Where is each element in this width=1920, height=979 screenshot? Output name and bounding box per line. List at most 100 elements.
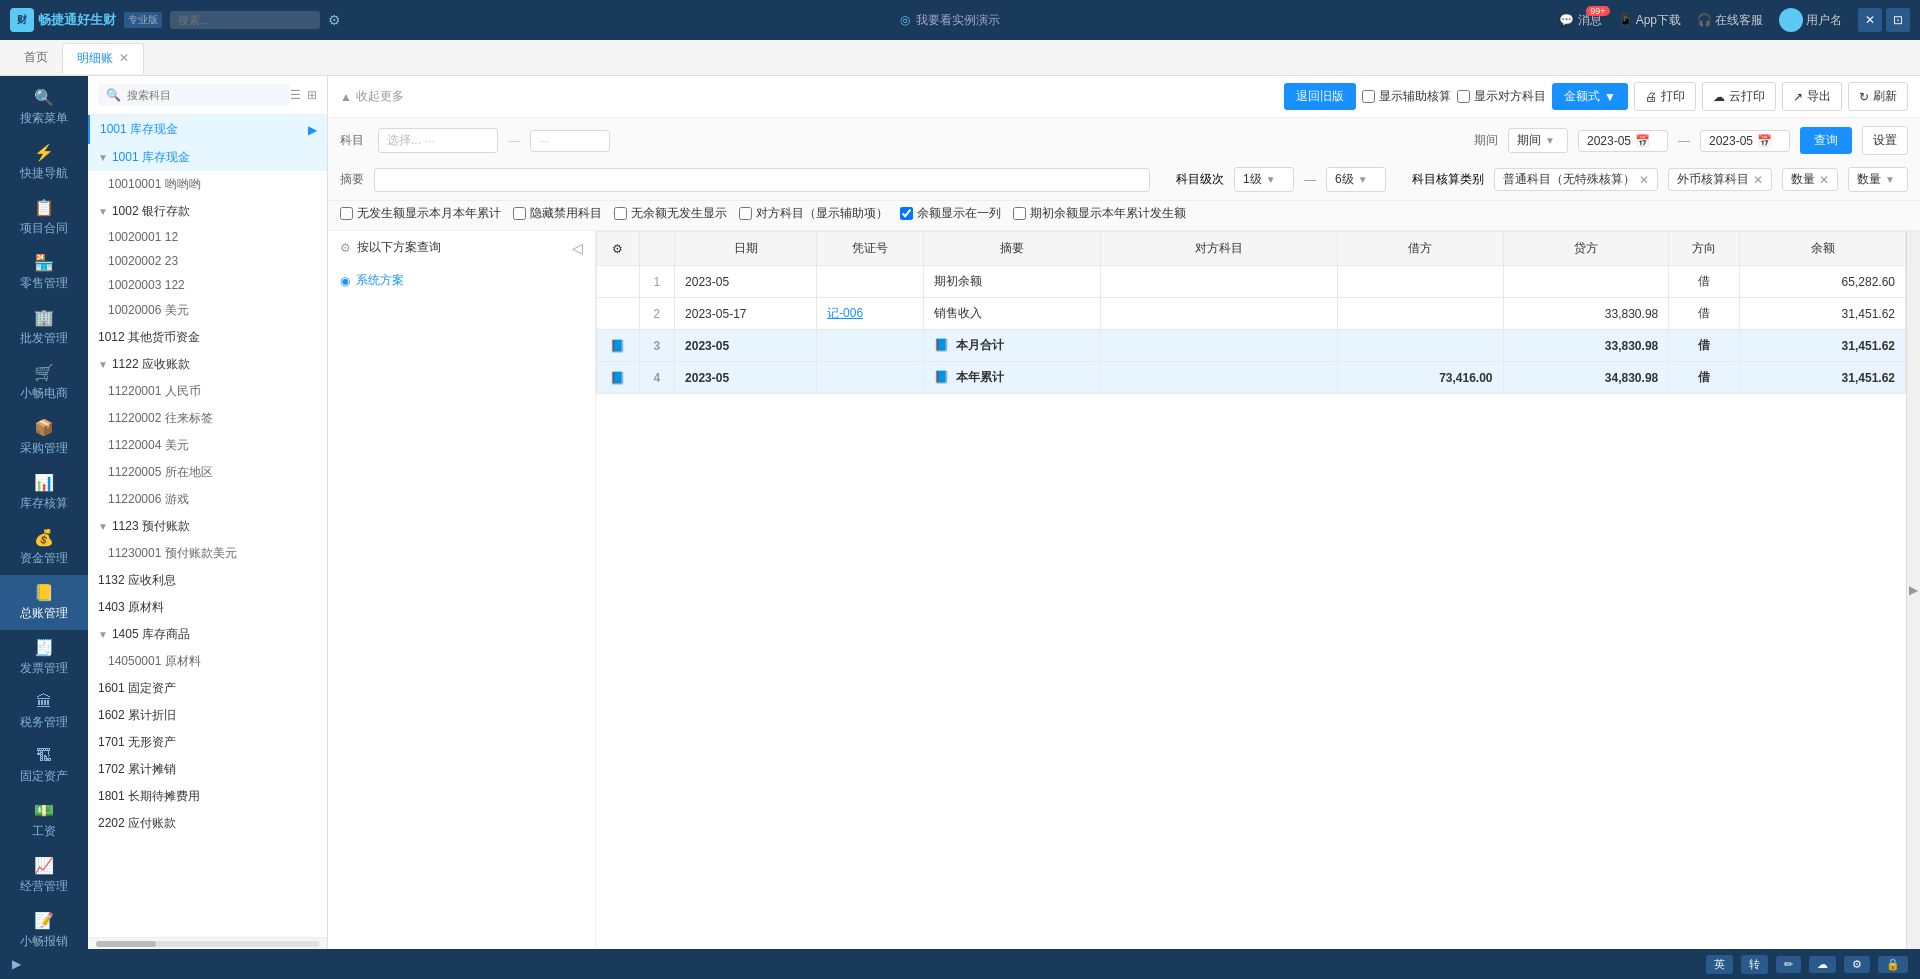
tag-normal[interactable]: 普通科目（无特殊核算） ✕ bbox=[1494, 168, 1658, 191]
tree-item-1002[interactable]: ▼ 1002 银行存款 bbox=[88, 198, 327, 225]
cb-balance-col[interactable]: 余额显示在一列 bbox=[900, 205, 1001, 222]
tree-item-1702[interactable]: 1702 累计摊销 bbox=[88, 756, 327, 783]
status-en-button[interactable]: 英 bbox=[1706, 955, 1733, 974]
tree-item-1403[interactable]: 1403 原材料 bbox=[88, 594, 327, 621]
tree-item-14050001[interactable]: 14050001 原材料 bbox=[88, 648, 327, 675]
tree-item-10020006[interactable]: 10020006 美元 bbox=[88, 297, 327, 324]
tree-next-icon[interactable]: ▶ bbox=[308, 123, 317, 137]
sidebar-item-salary[interactable]: 💵 工资 bbox=[0, 793, 88, 848]
cb-balance-col-input[interactable] bbox=[900, 207, 913, 220]
tree-item-1701[interactable]: 1701 无形资产 bbox=[88, 729, 327, 756]
show-counterpart-input[interactable] bbox=[1457, 90, 1470, 103]
tree-list-icon[interactable]: ☰ bbox=[290, 88, 301, 102]
show-auxiliary-checkbox[interactable]: 显示辅助核算 bbox=[1362, 88, 1451, 105]
settings-button[interactable]: 设置 bbox=[1862, 126, 1908, 155]
level-start-select[interactable]: 1级 ▼ bbox=[1234, 167, 1294, 192]
tree-item-10020003[interactable]: 10020003 122 bbox=[88, 273, 327, 297]
show-auxiliary-input[interactable] bbox=[1362, 90, 1375, 103]
sidebar-item-purchase[interactable]: 📦 采购管理 bbox=[0, 410, 88, 465]
query-button[interactable]: 查询 bbox=[1800, 127, 1852, 154]
sidebar-item-report[interactable]: 📝 小畅报销 bbox=[0, 903, 88, 949]
tab-home[interactable]: 首页 bbox=[10, 43, 62, 72]
tag-foreign-remove[interactable]: ✕ bbox=[1753, 173, 1763, 187]
th-settings-icon[interactable]: ⚙ bbox=[612, 242, 623, 256]
tree-item-1122[interactable]: ▼ 1122 应收账款 bbox=[88, 351, 327, 378]
maximize-window-button[interactable]: ⊡ bbox=[1886, 8, 1910, 32]
tree-item-11220006[interactable]: 11220006 游戏 bbox=[88, 486, 327, 513]
category-more-select[interactable]: 数量 ▼ bbox=[1848, 167, 1908, 192]
cb-no-occurrence[interactable]: 无发生额显示本月本年累计 bbox=[340, 205, 501, 222]
period-end-date[interactable]: 2023-05 📅 bbox=[1700, 130, 1790, 152]
right-collapse-panel[interactable]: ▶ bbox=[1906, 231, 1920, 949]
tree-item-1801[interactable]: 1801 长期待摊费用 bbox=[88, 783, 327, 810]
tree-item-10020002[interactable]: 10020002 23 bbox=[88, 249, 327, 273]
demo-link[interactable]: ◎ 我要看实例演示 bbox=[900, 12, 1000, 29]
cloud-print-button[interactable]: ☁ 云打印 bbox=[1702, 82, 1776, 111]
show-counterpart-checkbox[interactable]: 显示对方科目 bbox=[1457, 88, 1546, 105]
period-start-date[interactable]: 2023-05 📅 bbox=[1578, 130, 1668, 152]
sidebar-item-project[interactable]: 📋 项目合同 bbox=[0, 190, 88, 245]
tree-item-1601[interactable]: 1601 固定资产 bbox=[88, 675, 327, 702]
tree-item-1132[interactable]: 1132 应收利息 bbox=[88, 567, 327, 594]
close-window-button[interactable]: ✕ bbox=[1858, 8, 1882, 32]
app-download-button[interactable]: 📱 App下载 bbox=[1618, 12, 1681, 29]
tree-item-1405[interactable]: ▼ 1405 库存商品 bbox=[88, 621, 327, 648]
tree-item-10020001[interactable]: 10020001 12 bbox=[88, 225, 327, 249]
sidebar-item-search[interactable]: 🔍 搜索菜单 bbox=[0, 80, 88, 135]
tree-item-11220005[interactable]: 11220005 所在地区 bbox=[88, 459, 327, 486]
sidebar-item-ecommerce[interactable]: 🛒 小畅电商 bbox=[0, 355, 88, 410]
cb-opening-balance-input[interactable] bbox=[1013, 207, 1026, 220]
sidebar-item-inventory[interactable]: 📊 库存核算 bbox=[0, 465, 88, 520]
tag-normal-remove[interactable]: ✕ bbox=[1639, 173, 1649, 187]
sidebar-item-quick[interactable]: ⚡ 快捷导航 bbox=[0, 135, 88, 190]
status-lock-button[interactable]: 🔒 bbox=[1878, 956, 1908, 973]
gold-mode-button[interactable]: 金额式 ▼ bbox=[1552, 83, 1628, 110]
sidebar-item-wholesale[interactable]: 🏢 批发管理 bbox=[0, 300, 88, 355]
status-settings-button[interactable]: ⚙ bbox=[1844, 956, 1870, 973]
tree-item-1012[interactable]: 1012 其他货币资金 bbox=[88, 324, 327, 351]
print-button[interactable]: 🖨 打印 bbox=[1634, 82, 1696, 111]
cb-opening-balance[interactable]: 期初余额显示本年累计发生额 bbox=[1013, 205, 1186, 222]
tree-item-10010001[interactable]: 10010001 哟哟哟 bbox=[88, 171, 327, 198]
tree-item-11220002[interactable]: 11220002 往来标签 bbox=[88, 405, 327, 432]
top-search-input[interactable] bbox=[170, 11, 320, 29]
settings-icon[interactable]: ⚙ bbox=[328, 12, 341, 28]
user-area[interactable]: 用户名 bbox=[1779, 8, 1842, 32]
cb-no-occurrence-input[interactable] bbox=[340, 207, 353, 220]
period-type-select[interactable]: 期间 ▼ bbox=[1508, 128, 1568, 153]
sidebar-item-capital[interactable]: 💰 资金管理 bbox=[0, 520, 88, 575]
go-back-old-button[interactable]: 退回旧版 bbox=[1284, 83, 1356, 110]
summary-input[interactable] bbox=[374, 168, 1150, 192]
cb-no-balance[interactable]: 无余额无发生显示 bbox=[614, 205, 727, 222]
status-cn-button[interactable]: 转 bbox=[1741, 955, 1768, 974]
collapse-more-button[interactable]: ▲ 收起更多 bbox=[340, 88, 404, 105]
tree-item-1123[interactable]: ▼ 1123 预付账款 bbox=[88, 513, 327, 540]
tree-search-input[interactable] bbox=[127, 89, 282, 101]
cb-hide-banned[interactable]: 隐藏禁用科目 bbox=[513, 205, 602, 222]
cb-counterpart-input[interactable] bbox=[739, 207, 752, 220]
tab-detail[interactable]: 明细账 ✕ bbox=[62, 43, 144, 74]
cb-hide-banned-input[interactable] bbox=[513, 207, 526, 220]
subject-end-select[interactable]: ··· bbox=[530, 130, 610, 152]
tree-item-1001[interactable]: ▼ 1001 库存现金 bbox=[88, 144, 327, 171]
tree-item-11220001[interactable]: 11220001 人民币 bbox=[88, 378, 327, 405]
sidebar-item-general[interactable]: 📒 总账管理 bbox=[0, 575, 88, 630]
status-cloud-button[interactable]: ☁ bbox=[1809, 956, 1836, 973]
sidebar-item-retail[interactable]: 🏪 零售管理 bbox=[0, 245, 88, 300]
tag-quantity-remove[interactable]: ✕ bbox=[1819, 173, 1829, 187]
tree-item-2202[interactable]: 2202 应付账款 bbox=[88, 810, 327, 837]
refresh-button[interactable]: ↻ 刷新 bbox=[1848, 82, 1908, 111]
online-service-button[interactable]: 🎧 在线客服 bbox=[1697, 12, 1763, 29]
notification-button[interactable]: 💬 消息 99+ bbox=[1559, 12, 1602, 29]
tag-quantity[interactable]: 数量 ✕ bbox=[1782, 168, 1838, 191]
tree-item-1602[interactable]: 1602 累计折旧 bbox=[88, 702, 327, 729]
tree-scrollbar[interactable] bbox=[88, 937, 327, 949]
tree-item-11220004[interactable]: 11220004 美元 bbox=[88, 432, 327, 459]
sidebar-item-tax[interactable]: 🏛 税务管理 bbox=[0, 685, 88, 739]
tree-item-11230001[interactable]: 11230001 预付账款美元 bbox=[88, 540, 327, 567]
row2-voucher-link[interactable]: 记-006 bbox=[827, 306, 863, 320]
sidebar-item-invoice[interactable]: 🧾 发票管理 bbox=[0, 630, 88, 685]
collapse-panel-icon[interactable]: ◁ bbox=[572, 240, 583, 256]
tree-expand-icon[interactable]: ⊞ bbox=[307, 88, 317, 102]
cb-counterpart[interactable]: 对方科目（显示辅助项） bbox=[739, 205, 888, 222]
